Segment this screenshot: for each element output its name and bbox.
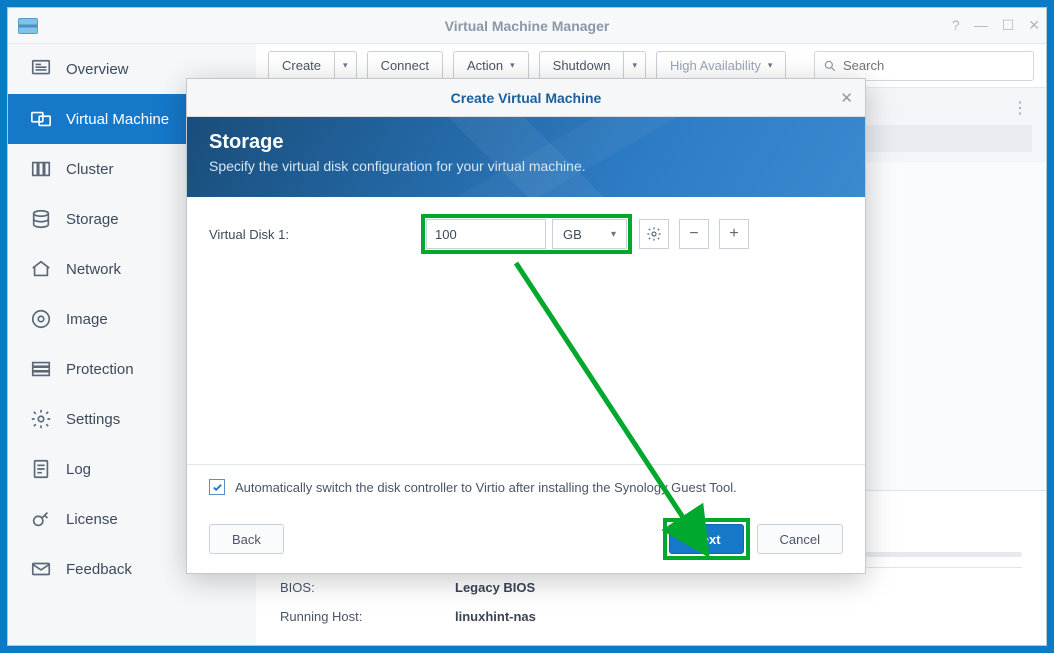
feedback-icon <box>30 558 52 580</box>
search-input[interactable] <box>843 58 1025 73</box>
host-value: linuxhint-nas <box>455 609 536 624</box>
disk-input-highlight: GB <box>424 217 629 251</box>
create-vm-modal: Create Virtual Machine ✕ Storage Specify… <box>186 78 866 574</box>
action-button[interactable]: Action▾ <box>453 51 529 81</box>
protection-icon <box>30 358 52 380</box>
modal-actions: Back Next Cancel <box>187 509 865 573</box>
window-controls: ? — ☐ ✕ <box>952 17 1040 34</box>
image-icon <box>30 308 52 330</box>
modal-close-icon[interactable]: ✕ <box>840 89 853 107</box>
disk-remove-button[interactable]: − <box>679 219 709 249</box>
disk-settings-button[interactable] <box>639 219 669 249</box>
cancel-button[interactable]: Cancel <box>757 524 843 554</box>
detail-bios: BIOS: Legacy BIOS <box>280 573 1022 602</box>
help-icon[interactable]: ? <box>952 17 960 34</box>
modal-body: Virtual Disk 1: GB − + <box>187 197 865 464</box>
sidebar-label: Network <box>66 261 121 278</box>
modal-title: Create Virtual Machine <box>451 90 602 106</box>
sidebar-label: Overview <box>66 61 129 78</box>
shutdown-button[interactable]: Shutdown <box>539 51 625 81</box>
sidebar-label: Image <box>66 311 108 328</box>
storage-icon <box>30 208 52 230</box>
close-icon[interactable]: ✕ <box>1028 17 1040 34</box>
connect-button[interactable]: Connect <box>367 51 443 81</box>
virtual-disk-input[interactable] <box>426 219 546 249</box>
sidebar-label: Storage <box>66 211 119 228</box>
vm-icon <box>30 108 52 130</box>
sidebar-label: Protection <box>66 361 134 378</box>
sidebar-label: Settings <box>66 411 120 428</box>
sidebar-label: Virtual Machine <box>66 111 169 128</box>
modal-checkbox-row: Automatically switch the disk controller… <box>187 464 865 509</box>
sidebar-label: License <box>66 511 118 528</box>
shutdown-dropdown[interactable] <box>624 51 646 81</box>
sidebar-label: Feedback <box>66 561 132 578</box>
network-icon <box>30 258 52 280</box>
virtual-disk-row: Virtual Disk 1: GB − + <box>209 217 843 251</box>
search-box[interactable] <box>814 51 1034 81</box>
search-icon <box>823 59 837 73</box>
license-icon <box>30 508 52 530</box>
create-dropdown[interactable] <box>335 51 357 81</box>
overview-icon <box>30 58 52 80</box>
create-group: Create <box>268 51 357 81</box>
titlebar: Virtual Machine Manager ? — ☐ ✕ <box>8 8 1046 44</box>
next-button[interactable]: Next <box>669 524 743 554</box>
column-menu-icon[interactable]: ⋮ <box>1012 104 1028 119</box>
shutdown-group: Shutdown <box>539 51 646 81</box>
sidebar-label: Log <box>66 461 91 478</box>
back-button[interactable]: Back <box>209 524 284 554</box>
modal-heading: Storage <box>209 131 843 154</box>
check-icon <box>212 482 223 493</box>
minimize-icon[interactable]: — <box>974 17 988 34</box>
sidebar-label: Cluster <box>66 161 114 178</box>
bios-value: Legacy BIOS <box>455 580 535 595</box>
modal-subheading: Specify the virtual disk configuration f… <box>209 158 843 174</box>
detail-running-host: Running Host: linuxhint-nas <box>280 602 1022 631</box>
high-availability-button[interactable]: High Availability▾ <box>656 51 786 81</box>
modal-header: Storage Specify the virtual disk configu… <box>187 117 865 197</box>
next-button-highlight: Next <box>666 521 746 557</box>
auto-switch-checkbox[interactable] <box>209 479 225 495</box>
settings-icon <box>30 408 52 430</box>
app-icon <box>18 18 38 34</box>
gear-icon <box>646 226 662 242</box>
window-title: Virtual Machine Manager <box>8 18 1046 34</box>
auto-switch-label: Automatically switch the disk controller… <box>235 480 737 495</box>
maximize-icon[interactable]: ☐ <box>1002 17 1015 34</box>
virtual-disk-unit-select[interactable]: GB <box>552 219 627 249</box>
virtual-disk-label: Virtual Disk 1: <box>209 227 414 242</box>
disk-add-button[interactable]: + <box>719 219 749 249</box>
bios-label: BIOS: <box>280 580 455 595</box>
create-button[interactable]: Create <box>268 51 335 81</box>
host-label: Running Host: <box>280 609 455 624</box>
modal-titlebar: Create Virtual Machine ✕ <box>187 79 865 117</box>
log-icon <box>30 458 52 480</box>
cluster-icon <box>30 158 52 180</box>
